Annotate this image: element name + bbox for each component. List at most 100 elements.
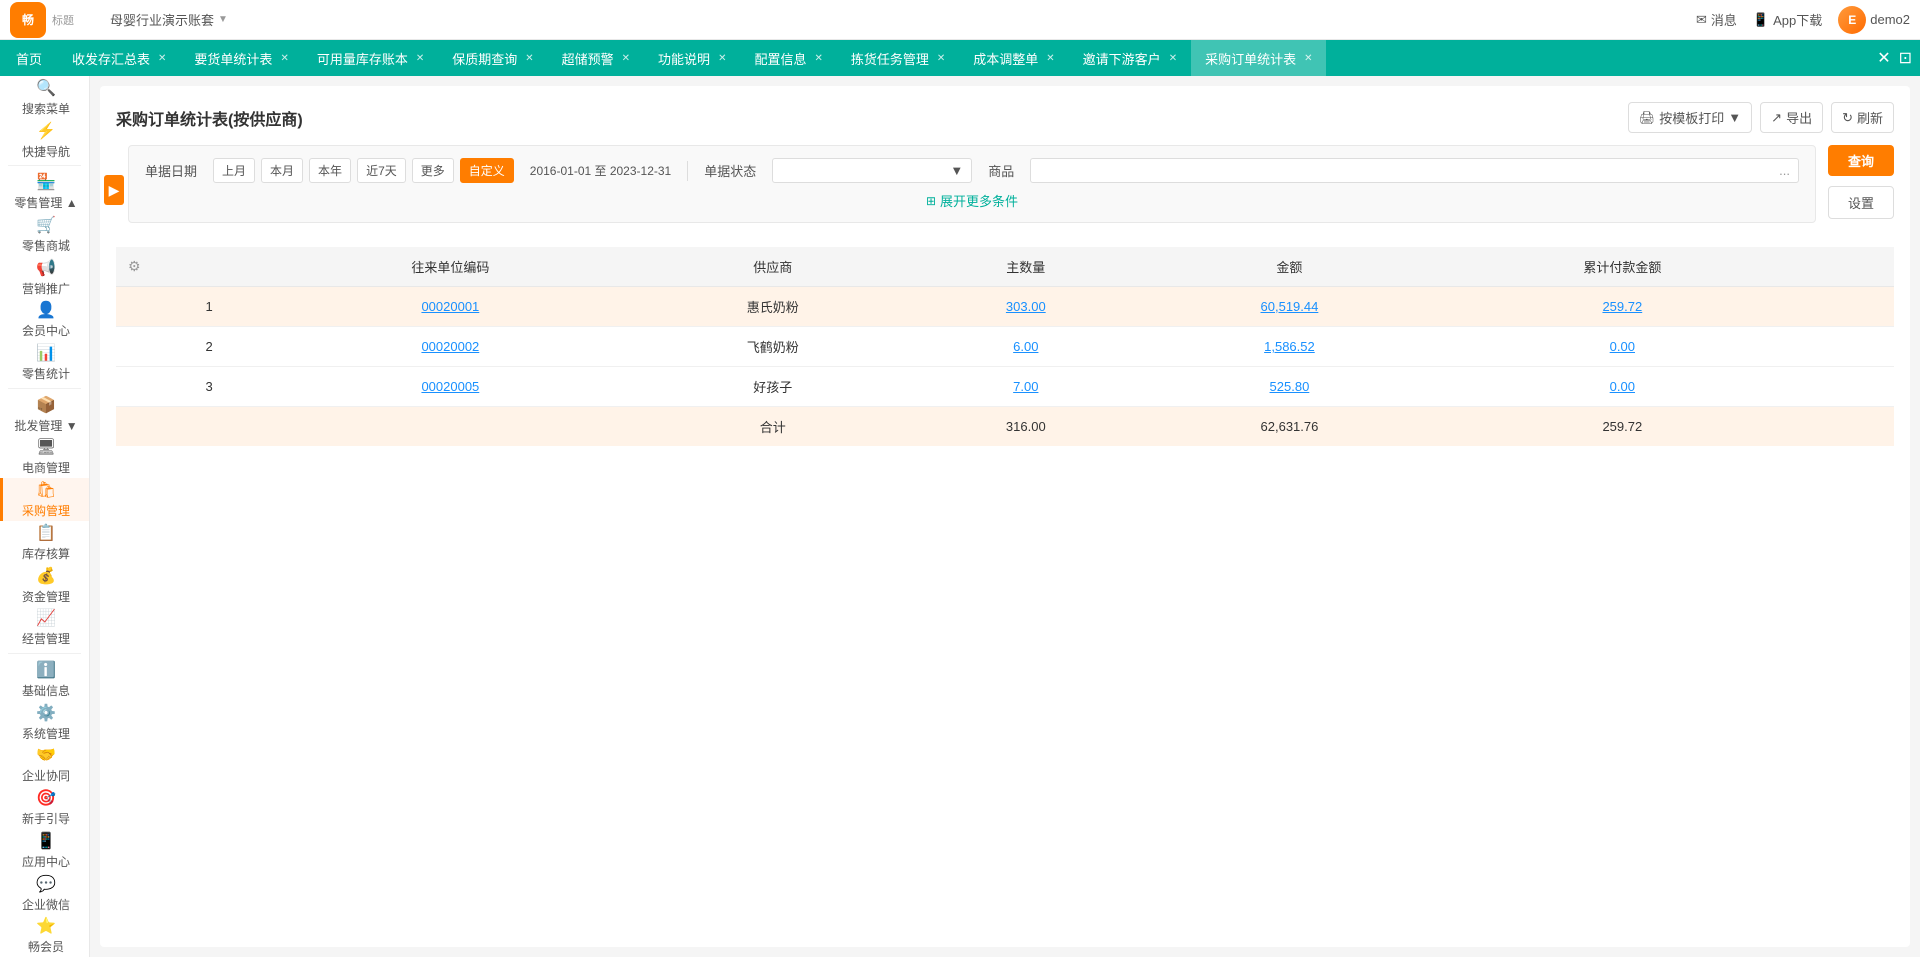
user-avatar: E <box>1838 6 1866 34</box>
row-supplier-code[interactable]: 00020002 <box>266 327 635 367</box>
row-paid-amount[interactable]: 0.00 <box>1438 367 1807 407</box>
page-wrapper: 采购订单统计表(按供应商) 🖨 按模板打印 ▼ ↗ 导出 ↻ <box>100 86 1910 947</box>
date-last-month-button[interactable]: 上月 <box>213 158 255 183</box>
refresh-button[interactable]: ↻ 刷新 <box>1831 102 1894 133</box>
tab-receive[interactable]: 收发存汇总表 ✕ <box>58 40 180 76</box>
row-main-qty[interactable]: 303.00 <box>910 287 1141 327</box>
sidebar-item-wechat[interactable]: 💬 企业微信 <box>0 872 89 915</box>
date-7days-button[interactable]: 近7天 <box>357 158 406 183</box>
retail-stats-icon: 📊 <box>36 343 56 363</box>
row-amount[interactable]: 1,586.52 <box>1141 327 1437 367</box>
sidebar-item-guide[interactable]: 🎯 新手引导 <box>0 786 89 829</box>
sidebar-item-finance[interactable]: 💰 资金管理 <box>0 564 89 607</box>
tab-overstock-close[interactable]: ✕ <box>622 53 630 64</box>
row-amount[interactable]: 525.80 <box>1141 367 1437 407</box>
system-icon: ⚙️ <box>36 703 56 723</box>
tab-stock[interactable]: 可用量库存账本 ✕ <box>303 40 438 76</box>
date-custom-button[interactable]: 自定义 <box>460 158 514 183</box>
date-more-button[interactable]: 更多 <box>412 158 454 183</box>
retail-icon: 🏪 <box>36 172 56 192</box>
status-select[interactable]: ▼ <box>772 158 972 183</box>
tab-purchase[interactable]: 采购订单统计表 ✕ <box>1191 40 1326 76</box>
settings-button[interactable]: 设置 <box>1828 186 1894 219</box>
sidebar-item-retail[interactable]: 🏪 零售管理 ▲ <box>0 170 89 213</box>
tab-function-close[interactable]: ✕ <box>718 53 726 64</box>
message-icon: ✉ <box>1696 12 1707 28</box>
sidebar-item-retail-stats[interactable]: 📊 零售统计 <box>0 341 89 384</box>
sidebar-item-search[interactable]: 🔍 搜索菜单 <box>0 76 89 119</box>
sidebar-item-purchase[interactable]: 🛍 采购管理 <box>0 478 89 521</box>
row-main-qty[interactable]: 7.00 <box>910 367 1141 407</box>
tab-overstock[interactable]: 超储预警 ✕ <box>548 40 644 76</box>
sidebar-vip-label: 畅会员 <box>28 938 64 955</box>
date-this-month-button[interactable]: 本月 <box>261 158 303 183</box>
sidebar-item-ecommerce[interactable]: 🖥 电商管理 <box>0 436 89 479</box>
goods-input-wrap: ... <box>1030 158 1799 183</box>
sidebar-item-appstore[interactable]: 📱 应用中心 <box>0 829 89 872</box>
window-restore-icon[interactable]: ⊡ <box>1899 48 1912 68</box>
tab-config[interactable]: 配置信息 ✕ <box>740 40 836 76</box>
sidebar-guide-label: 新手引导 <box>22 810 70 827</box>
footer-settings-cell <box>116 407 153 447</box>
tab-requisition[interactable]: 要货单统计表 ✕ <box>180 40 302 76</box>
sidebar-item-vip[interactable]: ⭐ 畅会员 <box>0 914 89 957</box>
row-supplier-code[interactable]: 00020005 <box>266 367 635 407</box>
date-this-year-button[interactable]: 本年 <box>309 158 351 183</box>
col-supplier-header: 供应商 <box>635 247 910 287</box>
tab-picking[interactable]: 拣货任务管理 ✕ <box>837 40 959 76</box>
tab-invite-close[interactable]: ✕ <box>1169 53 1177 64</box>
window-close-icon[interactable]: ✕ <box>1877 48 1890 68</box>
download-button[interactable]: 📱 App下载 <box>1753 10 1822 29</box>
sidebar-item-wholesale[interactable]: 📦 批发管理 ▼ <box>0 393 89 436</box>
message-button[interactable]: ✉ 消息 <box>1696 10 1737 29</box>
row-paid-amount[interactable]: 0.00 <box>1438 327 1807 367</box>
goods-input[interactable] <box>1031 159 1771 182</box>
filter-toggle-button[interactable]: ▶ <box>104 175 124 205</box>
sidebar-item-inventory[interactable]: 📋 库存核算 <box>0 521 89 564</box>
tab-config-close[interactable]: ✕ <box>814 53 822 64</box>
print-icon: 🖨 <box>1639 110 1656 126</box>
table-header-row: ⚙ 往来单位编码 供应商 主数量 金额 累计付款金额 <box>116 247 1894 287</box>
page-header: 采购订单统计表(按供应商) 🖨 按模板打印 ▼ ↗ 导出 ↻ <box>116 102 1894 133</box>
tab-function[interactable]: 功能说明 ✕ <box>644 40 740 76</box>
row-main-qty[interactable]: 6.00 <box>910 327 1141 367</box>
user-button[interactable]: E demo2 <box>1838 6 1910 34</box>
sidebar-item-system[interactable]: ⚙️ 系统管理 <box>0 701 89 744</box>
sidebar-item-marketing[interactable]: 📢 营销推广 <box>0 256 89 299</box>
print-button[interactable]: 🖨 按模板打印 ▼ <box>1628 102 1752 133</box>
tab-expiry[interactable]: 保质期查询 ✕ <box>438 40 547 76</box>
appstore-icon: 📱 <box>36 831 56 851</box>
tab-receive-close[interactable]: ✕ <box>158 53 166 64</box>
tab-stock-close[interactable]: ✕ <box>416 53 424 64</box>
workspace-select[interactable]: 母婴行业演示账套 ▼ <box>110 10 228 29</box>
sidebar-purchase-label: 采购管理 <box>22 502 70 519</box>
sidebar-item-member[interactable]: 👤 会员中心 <box>0 299 89 342</box>
row-supplier-code[interactable]: 00020001 <box>266 287 635 327</box>
sidebar-item-basic[interactable]: ℹ️ 基础信息 <box>0 658 89 701</box>
expand-more-button[interactable]: ⊞ 展开更多条件 <box>926 191 1018 210</box>
tab-expiry-close[interactable]: ✕ <box>525 53 533 64</box>
sidebar-item-operations[interactable]: 📈 经营管理 <box>0 606 89 649</box>
sidebar-inventory-label: 库存核算 <box>22 545 70 562</box>
page-title: 采购订单统计表(按供应商) <box>116 106 303 130</box>
query-button[interactable]: 查询 <box>1828 145 1894 176</box>
tab-home[interactable]: 首页 <box>0 40 58 76</box>
basic-icon: ℹ️ <box>36 660 56 680</box>
column-settings-icon[interactable]: ⚙ <box>128 258 141 274</box>
sidebar-item-enterprise[interactable]: 🤝 企业协同 <box>0 744 89 787</box>
row-extra <box>1807 367 1894 407</box>
tab-cost[interactable]: 成本调整单 ✕ <box>959 40 1068 76</box>
export-button[interactable]: ↗ 导出 <box>1760 102 1823 133</box>
row-amount[interactable]: 60,519.44 <box>1141 287 1437 327</box>
tab-picking-close[interactable]: ✕ <box>937 53 945 64</box>
row-paid-amount[interactable]: 259.72 <box>1438 287 1807 327</box>
custom-label: 自定义 <box>469 164 505 178</box>
sidebar-item-retail-shop[interactable]: 🛒 零售商城 <box>0 213 89 256</box>
goods-input-ellipsis[interactable]: ... <box>1771 159 1798 182</box>
tab-cost-close[interactable]: ✕ <box>1046 53 1054 64</box>
tab-requisition-close[interactable]: ✕ <box>280 53 288 64</box>
tab-invite[interactable]: 邀请下游客户 ✕ <box>1069 40 1191 76</box>
sidebar-quicknav-label: 快捷导航 <box>22 143 70 160</box>
tab-purchase-close[interactable]: ✕ <box>1304 53 1312 64</box>
sidebar-item-quicknav[interactable]: ⚡ 快捷导航 <box>0 119 89 162</box>
